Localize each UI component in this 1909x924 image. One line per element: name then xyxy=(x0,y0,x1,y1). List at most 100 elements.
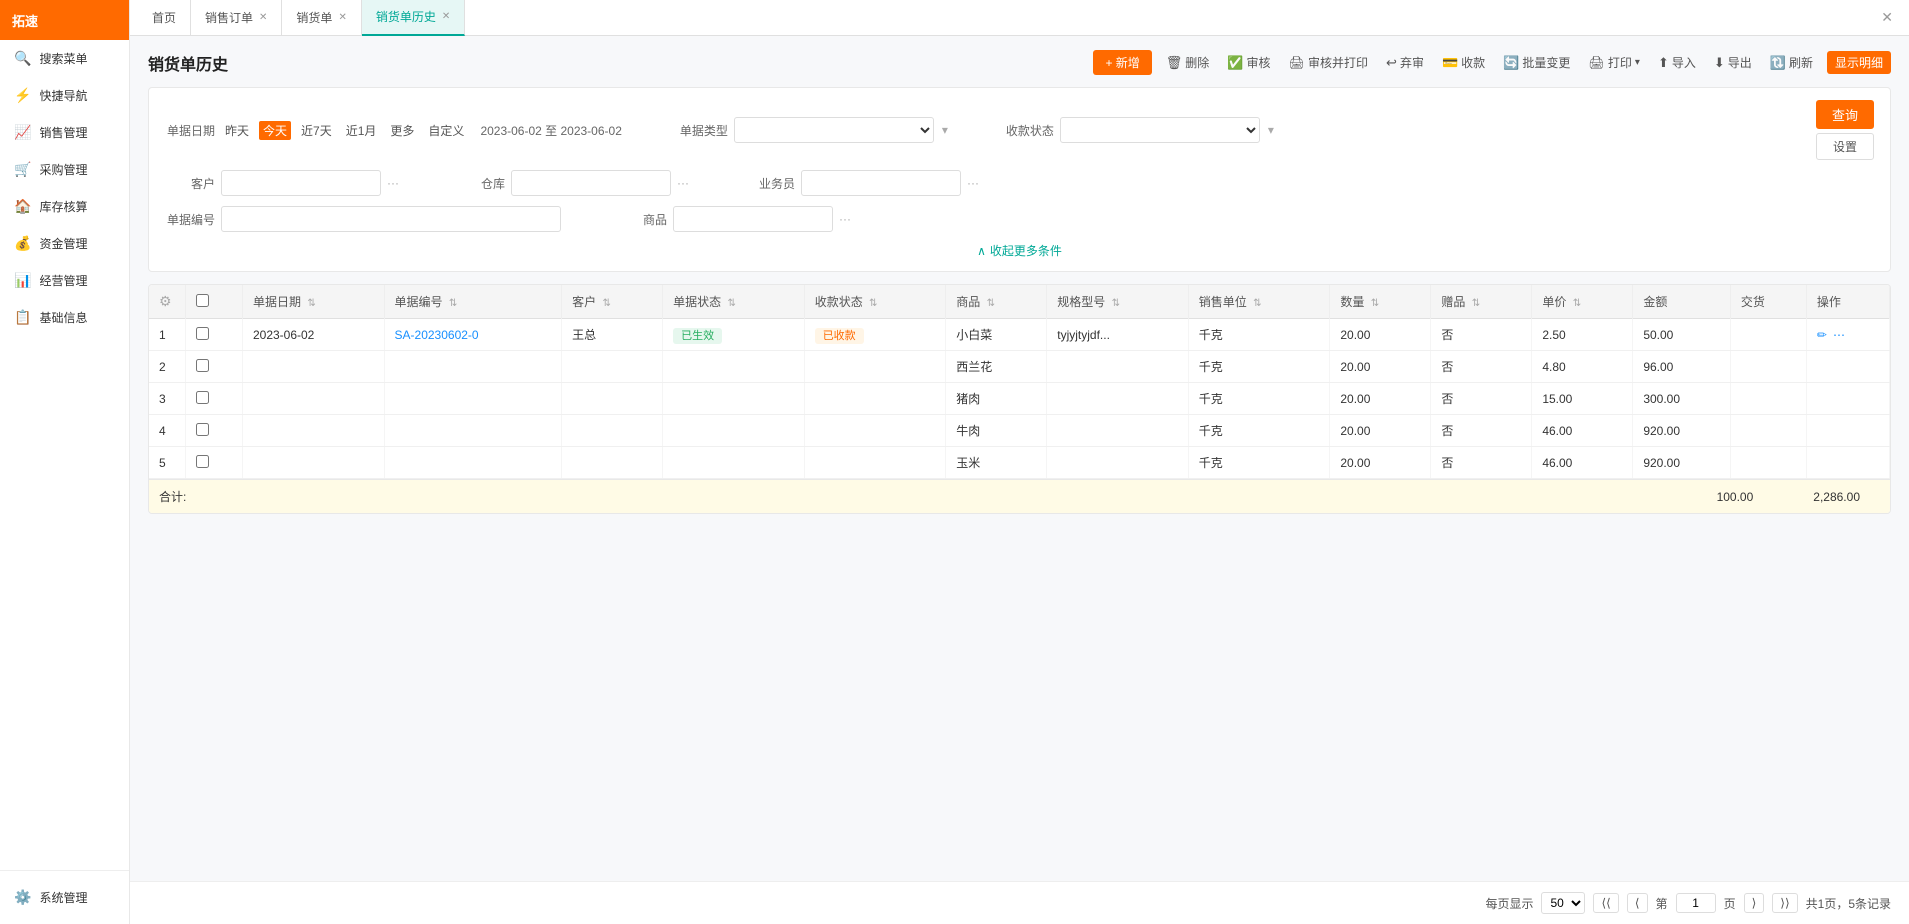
goods-label: 商品 xyxy=(617,211,667,228)
sidebar-item-inventory[interactable]: 🏠 库存核算 xyxy=(0,188,129,225)
sort-icon[interactable]: ⇅ xyxy=(869,298,877,309)
date-shortcut-custom[interactable]: 自定义 xyxy=(424,121,468,140)
doc-no-link[interactable]: SA-20230602-0 xyxy=(395,328,479,342)
sidebar-item-search[interactable]: 🔍 搜索菜单 xyxy=(0,40,129,77)
delete-icon: 🗑 xyxy=(1166,55,1183,71)
date-shortcut-7days[interactable]: 近7天 xyxy=(297,121,336,140)
delete-button[interactable]: 🗑 删除 xyxy=(1162,52,1214,73)
th-doc-date: 单据日期 ⇅ xyxy=(242,285,384,319)
filter-date: 单据日期 昨天 今天 近7天 近1月 更多 自定义 2023-06-02 至 2… xyxy=(165,121,622,140)
sidebar-item-sys-mgmt[interactable]: ⚙️ 系统管理 xyxy=(0,879,129,916)
per-page-select[interactable]: 50 xyxy=(1541,892,1585,914)
row-checkbox[interactable] xyxy=(196,359,209,372)
sort-icon[interactable]: ⇅ xyxy=(307,298,315,309)
audit-print-button[interactable]: 🖨 审核并打印 xyxy=(1285,52,1373,73)
row-checkbox[interactable] xyxy=(196,391,209,404)
new-button[interactable]: + 新增 xyxy=(1093,50,1151,75)
date-shortcut-more[interactable]: 更多 xyxy=(386,121,418,140)
goods-input[interactable] xyxy=(673,206,833,232)
customer-dots[interactable]: ··· xyxy=(387,176,399,190)
td-actions xyxy=(1806,447,1889,479)
doc-type-select[interactable] xyxy=(734,117,934,143)
row-checkbox[interactable] xyxy=(196,423,209,436)
filter-row-2: 客户 ··· 仓库 ··· 业务员 ··· xyxy=(165,170,1874,196)
chevron-down-icon: ▾ xyxy=(942,123,948,137)
td-settings: 5 xyxy=(149,447,185,479)
customer-label: 客户 xyxy=(165,175,215,192)
last-page-button[interactable]: ⟩⟩ xyxy=(1772,893,1797,913)
show-detail-button[interactable]: 显示明细 xyxy=(1827,51,1891,74)
select-all-checkbox[interactable] xyxy=(196,294,209,307)
collapse-button[interactable]: ∧ 收起更多条件 xyxy=(165,242,1874,259)
sort-icon[interactable]: ⇅ xyxy=(1253,298,1261,309)
sidebar-item-quick-nav[interactable]: ⚡ 快捷导航 xyxy=(0,77,129,114)
sort-icon[interactable]: ⇅ xyxy=(1112,298,1120,309)
sort-icon[interactable]: ⇅ xyxy=(727,298,735,309)
warehouse-input[interactable] xyxy=(511,170,671,196)
sort-icon[interactable]: ⇅ xyxy=(1472,298,1480,309)
salesman-dots[interactable]: ··· xyxy=(967,176,979,190)
bar-chart-icon: 📊 xyxy=(14,272,31,289)
edit-action[interactable]: ✏ xyxy=(1817,328,1827,342)
td-collect-status xyxy=(804,383,946,415)
tab-home[interactable]: 首页 xyxy=(138,0,191,36)
sort-icon[interactable]: ⇅ xyxy=(449,298,457,309)
abandon-button[interactable]: ↩ 弃审 xyxy=(1382,52,1428,73)
next-page-button[interactable]: ⟩ xyxy=(1744,893,1765,913)
settings-gear-icon[interactable]: ⚙ xyxy=(159,293,172,309)
date-shortcut-yesterday[interactable]: 昨天 xyxy=(221,121,253,140)
td-unit-price: 4.80 xyxy=(1532,351,1633,383)
salesman-input[interactable] xyxy=(801,170,961,196)
tab-sales-history[interactable]: 销货单历史 ✕ xyxy=(362,0,465,36)
tab-sales-order[interactable]: 销售订单 ✕ xyxy=(191,0,282,36)
query-button[interactable]: 查询 xyxy=(1816,100,1874,129)
first-page-button[interactable]: ⟨⟨ xyxy=(1593,893,1618,913)
td-doc-no: SA-20230602-0 xyxy=(384,319,562,351)
collect-button[interactable]: 💳 收款 xyxy=(1438,52,1489,73)
sort-icon[interactable]: ⇅ xyxy=(987,298,995,309)
audit-button[interactable]: ✅ 审核 xyxy=(1223,52,1274,73)
close-icon[interactable]: ✕ xyxy=(442,11,450,22)
td-goods: 小白菜 xyxy=(946,319,1047,351)
date-shortcut-1month[interactable]: 近1月 xyxy=(342,121,381,140)
collect-status-select[interactable] xyxy=(1060,117,1260,143)
sidebar-item-sales[interactable]: 📈 销售管理 xyxy=(0,114,129,151)
more-action[interactable]: ⋯ xyxy=(1833,328,1845,342)
import-button[interactable]: ⬆ 导入 xyxy=(1654,52,1700,73)
td-doc-date: 2023-06-02 xyxy=(242,319,384,351)
tab-sales-delivery[interactable]: 销货单 ✕ xyxy=(282,0,361,36)
sidebar-item-label: 快捷导航 xyxy=(39,87,87,104)
sort-icon[interactable]: ⇅ xyxy=(1573,298,1581,309)
sidebar-item-operations[interactable]: 📊 经营管理 xyxy=(0,262,129,299)
row-checkbox[interactable] xyxy=(196,327,209,340)
td-checkbox xyxy=(185,415,242,447)
batch-change-button[interactable]: 🔄 批量变更 xyxy=(1499,52,1574,73)
sidebar-item-purchase[interactable]: 🛒 采购管理 xyxy=(0,151,129,188)
td-doc-no xyxy=(384,351,562,383)
sidebar-item-basic-info[interactable]: 📋 基础信息 xyxy=(0,299,129,336)
close-all-tabs-button[interactable]: ✕ xyxy=(1873,9,1901,26)
print-button[interactable]: 🖨 打印 ▾ xyxy=(1584,52,1644,73)
customer-input[interactable] xyxy=(221,170,381,196)
footer-label: 合计: xyxy=(159,488,219,505)
prev-page-button[interactable]: ⟨ xyxy=(1627,893,1648,913)
export-button[interactable]: ⬇ 导出 xyxy=(1710,52,1756,73)
td-doc-no xyxy=(384,415,562,447)
date-shortcut-today[interactable]: 今天 xyxy=(259,121,291,140)
doc-no-input[interactable] xyxy=(221,206,561,232)
setting-button[interactable]: 设置 xyxy=(1816,133,1874,160)
td-checkbox xyxy=(185,319,242,351)
goods-dots[interactable]: ··· xyxy=(839,212,851,226)
sort-icon[interactable]: ⇅ xyxy=(603,298,611,309)
page-number-input[interactable] xyxy=(1676,893,1716,913)
refresh-button[interactable]: 🔃 刷新 xyxy=(1766,52,1817,73)
sidebar-item-finance[interactable]: 💰 资金管理 xyxy=(0,225,129,262)
td-amount: 920.00 xyxy=(1633,447,1731,479)
row-checkbox[interactable] xyxy=(196,455,209,468)
sort-icon[interactable]: ⇅ xyxy=(1371,298,1379,309)
th-transaction: 交货 xyxy=(1730,285,1806,319)
close-icon[interactable]: ✕ xyxy=(338,12,346,23)
warehouse-dots[interactable]: ··· xyxy=(677,176,689,190)
close-icon[interactable]: ✕ xyxy=(259,12,267,23)
td-amount: 96.00 xyxy=(1633,351,1731,383)
